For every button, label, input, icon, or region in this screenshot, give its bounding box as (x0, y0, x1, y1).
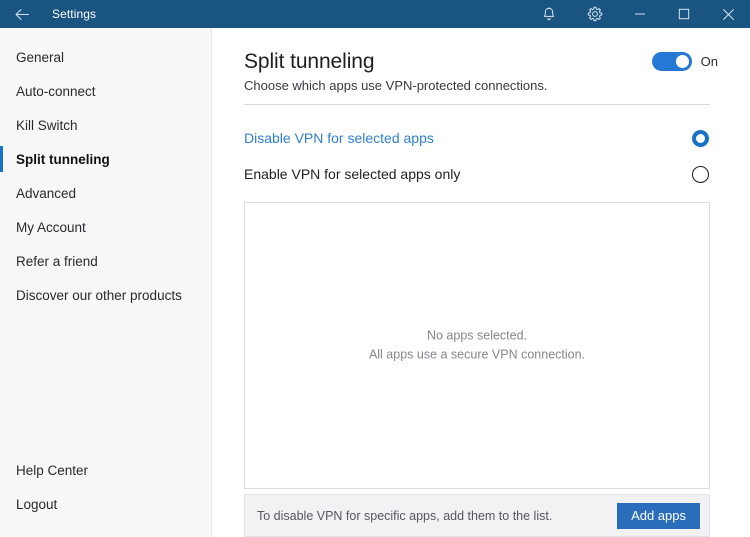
selection-accent-bar (0, 457, 3, 483)
option-label: Enable VPN for selected apps only (244, 166, 461, 182)
sidebar-item-advanced[interactable]: Advanced (0, 176, 212, 210)
toggle-state-label: On (700, 53, 718, 69)
radio-enable-vpn-for-selected-apps-only[interactable] (692, 165, 709, 183)
selection-accent-bar (0, 146, 3, 172)
sidebar-item-label: Auto-connect (16, 83, 96, 99)
sidebar-item-help-center[interactable]: Help Center (0, 453, 212, 487)
sidebar-item-refer-a-friend[interactable]: Refer a friend (0, 244, 212, 278)
bell-icon (542, 6, 556, 22)
empty-state-line-1: No apps selected. (426, 328, 528, 343)
sidebar: General Auto-connect Kill Switch Split t… (0, 28, 212, 537)
sidebar-item-label: Discover our other products (16, 287, 182, 303)
split-tunneling-toggle[interactable] (651, 51, 692, 71)
sidebar-item-label: General (16, 49, 65, 65)
sidebar-item-general[interactable]: General (0, 40, 212, 74)
sidebar-item-discover-other-products[interactable]: Discover our other products (0, 278, 212, 312)
sidebar-item-label: Refer a friend (16, 253, 98, 269)
maximize-button[interactable] (662, 0, 706, 28)
option-label: Disable VPN for selected apps (244, 130, 434, 146)
radio-disable-vpn-for-selected-apps[interactable] (692, 129, 709, 147)
sidebar-item-label: Kill Switch (16, 117, 78, 133)
selection-accent-bar (0, 112, 3, 138)
back-button[interactable] (0, 0, 44, 28)
notifications-button[interactable] (526, 0, 572, 28)
sidebar-item-label: Split tunneling (16, 151, 110, 167)
selection-accent-bar (0, 248, 3, 274)
back-arrow-icon (14, 8, 30, 21)
sidebar-item-label: Advanced (16, 185, 77, 201)
toggle-knob (675, 54, 689, 68)
page-title: Split tunneling (244, 49, 375, 73)
sidebar-item-kill-switch[interactable]: Kill Switch (0, 108, 212, 142)
sidebar-nav-primary: General Auto-connect Kill Switch Split t… (0, 40, 212, 312)
sidebar-item-logout[interactable]: Logout (0, 487, 212, 521)
add-apps-button[interactable]: Add apps (617, 502, 700, 529)
sidebar-item-label: Logout (16, 496, 58, 512)
window-title: Settings (52, 7, 97, 21)
panel-footer-bar: To disable VPN for specific apps, add th… (244, 494, 710, 537)
selection-accent-bar (0, 180, 3, 206)
settings-window: Settings General Auto-connect Kill Switc… (0, 0, 750, 537)
sidebar-item-auto-connect[interactable]: Auto-connect (0, 74, 212, 108)
option-disable-vpn-for-selected-apps[interactable]: Disable VPN for selected apps (244, 125, 710, 151)
sidebar-item-split-tunneling[interactable]: Split tunneling (0, 142, 212, 176)
selected-apps-panel[interactable]: No apps selected. All apps use a secure … (244, 202, 710, 489)
close-button[interactable] (706, 0, 750, 28)
sidebar-item-my-account[interactable]: My Account (0, 210, 212, 244)
settings-button[interactable] (572, 0, 618, 28)
empty-state-message: No apps selected. All apps use a secure … (245, 326, 709, 365)
selection-accent-bar (0, 78, 3, 104)
selection-accent-bar (0, 282, 3, 308)
minimize-icon (634, 8, 646, 20)
sidebar-nav-secondary: Help Center Logout (0, 453, 212, 521)
sidebar-item-label: My Account (16, 219, 86, 235)
selection-accent-bar (0, 214, 3, 240)
gear-icon (587, 6, 603, 22)
page-header: Split tunneling On (244, 44, 718, 78)
header-divider (244, 104, 710, 105)
page-subtitle: Choose which apps use VPN-protected conn… (244, 78, 548, 93)
option-enable-vpn-for-selected-apps-only[interactable]: Enable VPN for selected apps only (244, 161, 710, 187)
empty-state-line-2: All apps use a secure VPN connection. (368, 347, 586, 362)
title-bar: Settings (0, 0, 750, 28)
maximize-icon (678, 8, 690, 20)
main-content: Split tunneling On Choose which apps use… (212, 28, 750, 537)
selection-accent-bar (0, 491, 3, 517)
selection-accent-bar (0, 44, 3, 70)
close-icon (722, 8, 735, 21)
footer-hint-text: To disable VPN for specific apps, add th… (257, 508, 553, 523)
minimize-button[interactable] (618, 0, 662, 28)
sidebar-item-label: Help Center (16, 462, 89, 478)
split-tunneling-toggle-group[interactable]: On (651, 51, 718, 71)
